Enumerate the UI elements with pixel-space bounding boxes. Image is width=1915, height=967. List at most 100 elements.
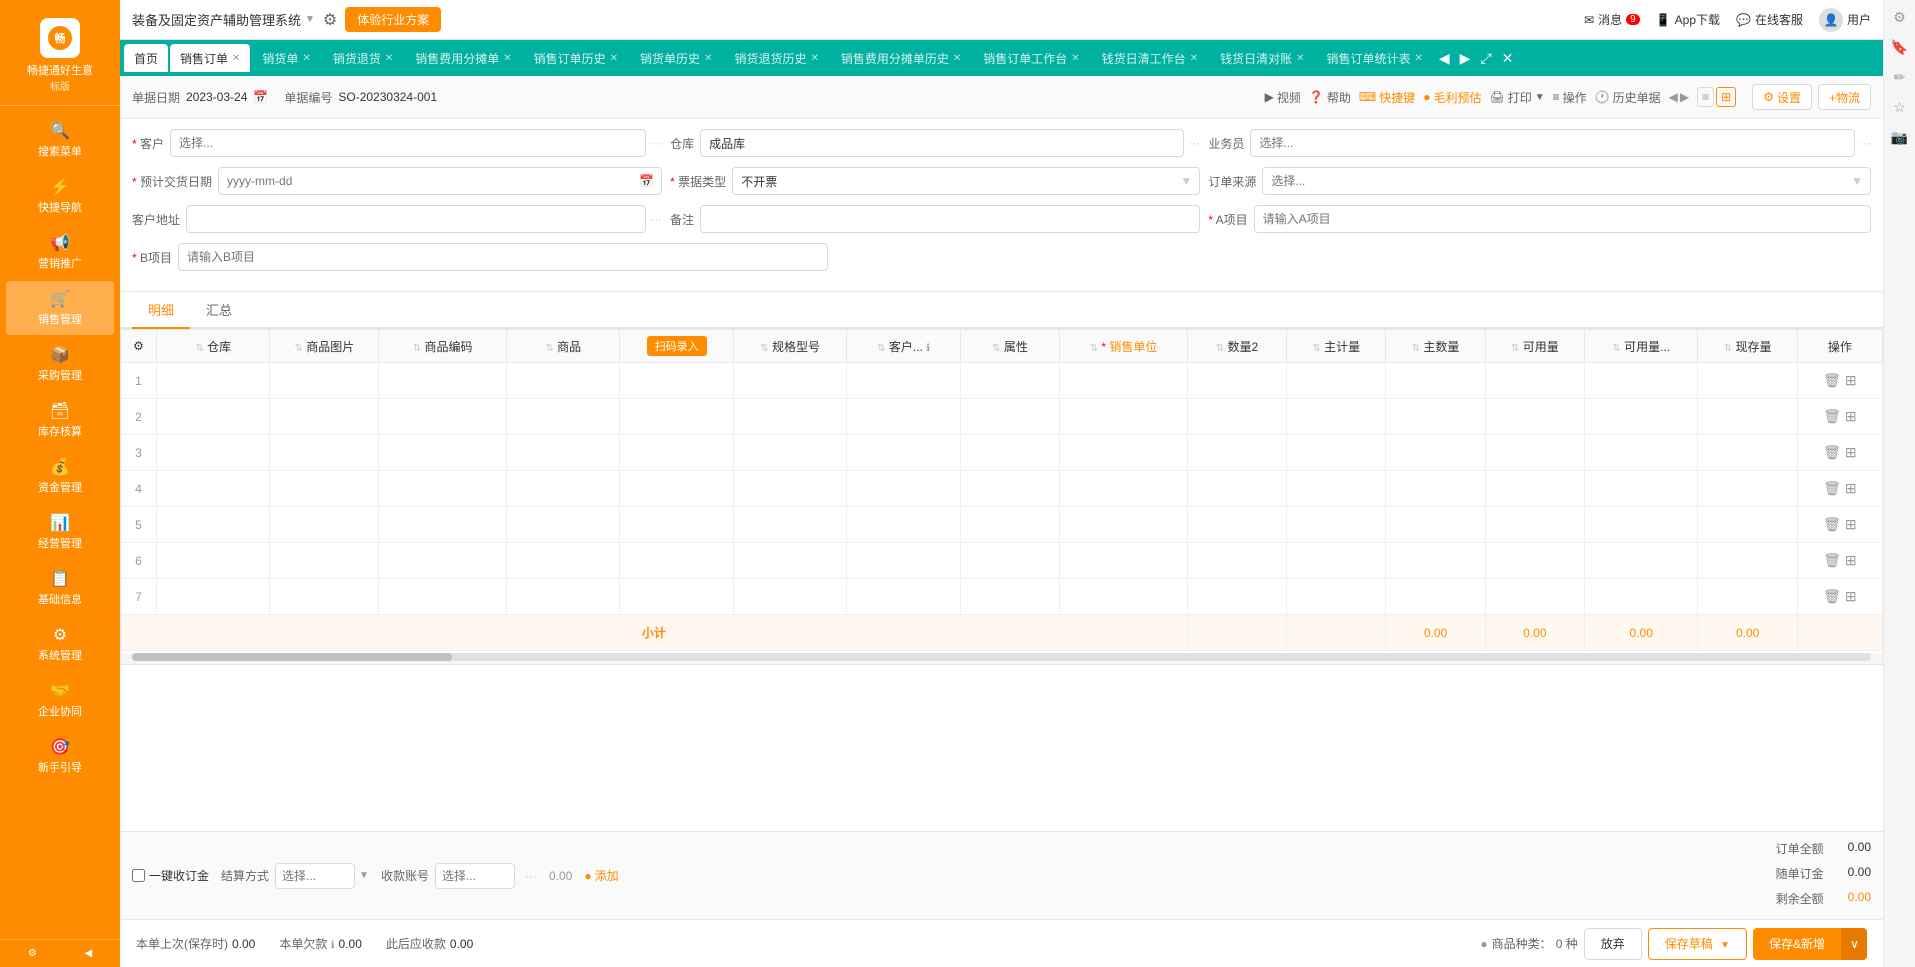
cell-warehouse-4[interactable] [157, 471, 270, 507]
cell-available-4[interactable] [1485, 471, 1584, 507]
cell-attribute-1[interactable] [960, 363, 1059, 399]
account-input[interactable] [435, 863, 515, 889]
tab-ar-daily-workbench[interactable]: 钱货日清工作台 ✕ [1092, 44, 1208, 72]
cell-stock-3[interactable] [1698, 435, 1797, 471]
one-click-checkout-label[interactable]: 一键收订金 [132, 867, 209, 884]
delete-btn[interactable]: 🗑 [1823, 588, 1841, 605]
message-btn[interactable]: ✉ 消息 9 [1584, 11, 1640, 28]
th-available[interactable]: ⇅ 可用量 [1485, 330, 1584, 363]
cell-product-4[interactable] [506, 471, 619, 507]
cell-product-code-4[interactable] [379, 471, 507, 507]
tab-next-btn[interactable]: ▶ [1456, 48, 1475, 69]
sidebar-item-sys-mgmt[interactable]: ⚙ 系统管理 [6, 617, 114, 671]
th-warehouse[interactable]: ⇅ 仓库 [157, 330, 270, 363]
cell-warehouse-5[interactable] [157, 507, 270, 543]
cell-product-2[interactable] [506, 399, 619, 435]
cell-qty2-3[interactable] [1187, 435, 1286, 471]
cell-available2-7[interactable] [1585, 579, 1698, 615]
th-qty2[interactable]: ⇅ 数量2 [1187, 330, 1286, 363]
tab-close-icon[interactable]: ✕ [953, 53, 961, 64]
tab-ar-reconcile[interactable]: 钱货日清对账 ✕ [1210, 44, 1314, 72]
settings-panel-btn[interactable]: ⚙ 设置 [1752, 84, 1812, 110]
cell-customer-attr-3[interactable] [847, 435, 960, 471]
discard-btn[interactable]: 放弃 [1584, 928, 1642, 960]
sidebar-collapse-btn[interactable]: ◀ [84, 948, 92, 959]
cell-product-img-5[interactable] [270, 507, 379, 543]
save-new-main-btn[interactable]: 保存&新增 [1753, 928, 1841, 960]
tab-prev-btn[interactable]: ◀ [1435, 48, 1454, 69]
view-btn[interactable]: ▶ 视频 [1265, 89, 1301, 106]
cell-product-img-6[interactable] [270, 543, 379, 579]
cell-main-qty-6[interactable] [1386, 543, 1485, 579]
shortcut-btn[interactable]: ⌨ 快捷键 [1359, 89, 1415, 106]
cell-unit-3[interactable] [1060, 435, 1188, 471]
sidebar-item-search[interactable]: 🔍 搜索菜单 [6, 113, 114, 167]
tab-sales-order-workbench[interactable]: 销售订单工作台 ✕ [973, 44, 1089, 72]
cell-scan-7[interactable] [620, 579, 733, 615]
account-more-icon[interactable]: ··· [525, 869, 537, 883]
th-customer-attr[interactable]: ⇅ 客户... ℹ [847, 330, 960, 363]
profit-btn[interactable]: ● 毛利预估 [1423, 89, 1481, 106]
copy-btn[interactable]: ⊞ [1845, 372, 1857, 389]
copy-btn[interactable]: ⊞ [1845, 480, 1857, 497]
tab-close-icon[interactable]: ✕ [1190, 53, 1198, 64]
save-new-arrow-btn[interactable]: ∨ [1841, 928, 1867, 960]
customer-address-input[interactable] [186, 205, 646, 233]
tab-sales-expense-history[interactable]: 销售费用分摊单历史 ✕ [831, 44, 971, 72]
cell-spec-3[interactable] [733, 435, 846, 471]
cell-customer-attr-1[interactable] [847, 363, 960, 399]
cell-spec-1[interactable] [733, 363, 846, 399]
cell-customer-attr-7[interactable] [847, 579, 960, 615]
tab-close-icon[interactable]: ✕ [1296, 53, 1304, 64]
cell-product-1[interactable] [506, 363, 619, 399]
delete-btn[interactable]: 🗑 [1823, 444, 1841, 461]
tab-close-icon[interactable]: ✕ [810, 53, 818, 64]
sidebar-item-purchase[interactable]: 📦 采购管理 [6, 337, 114, 391]
cell-stock-5[interactable] [1698, 507, 1797, 543]
cell-product-7[interactable] [506, 579, 619, 615]
save-draft-btn[interactable]: 保存草稿 ▼ [1648, 928, 1747, 960]
tab-close-all-btn[interactable]: ✕ [1498, 48, 1518, 69]
cell-unit-4[interactable] [1060, 471, 1188, 507]
note-input[interactable] [700, 205, 1200, 233]
ticket-type-input[interactable] [732, 167, 1200, 195]
cell-attribute-3[interactable] [960, 435, 1059, 471]
cell-available2-5[interactable] [1585, 507, 1698, 543]
copy-btn[interactable]: ⊞ [1845, 588, 1857, 605]
staff-more-icon[interactable]: ··· [1859, 136, 1871, 150]
cell-main-qty-7[interactable] [1386, 579, 1485, 615]
cell-product-img-7[interactable] [270, 579, 379, 615]
cell-warehouse-3[interactable] [157, 435, 270, 471]
customer-more-icon[interactable]: ··· [650, 136, 662, 150]
cell-customer-attr-2[interactable] [847, 399, 960, 435]
cell-spec-5[interactable] [733, 507, 846, 543]
cell-scan-4[interactable] [620, 471, 733, 507]
tab-close-icon[interactable]: ✕ [610, 53, 618, 64]
cell-product-img-3[interactable] [270, 435, 379, 471]
horizontal-scrollbar[interactable] [120, 653, 1883, 665]
cell-available-3[interactable] [1485, 435, 1584, 471]
sidebar-item-sales[interactable]: 🛒 销售管理 [6, 281, 114, 335]
tab-close-icon[interactable]: ✕ [503, 53, 511, 64]
tab-summary[interactable]: 汇总 [190, 292, 248, 329]
card-view-btn[interactable]: ⊞ [1716, 87, 1736, 107]
scrollbar-track[interactable] [132, 653, 1871, 661]
right-edit-btn[interactable]: ✏ [1887, 64, 1913, 90]
cell-available-6[interactable] [1485, 543, 1584, 579]
sidebar-item-base-info[interactable]: 📋 基础信息 [6, 561, 114, 615]
cell-spec-4[interactable] [733, 471, 846, 507]
cell-main-unit-5[interactable] [1287, 507, 1386, 543]
cell-available2-1[interactable] [1585, 363, 1698, 399]
cell-main-unit-2[interactable] [1287, 399, 1386, 435]
date-picker-icon[interactable]: 📅 [639, 174, 654, 188]
tab-sales-order-history[interactable]: 销售订单历史 ✕ [524, 44, 628, 72]
sidebar-item-enterprise[interactable]: 🤝 企业协同 [6, 673, 114, 727]
cell-product-code-3[interactable] [379, 435, 507, 471]
payment-method-input[interactable] [275, 863, 355, 889]
cell-available-1[interactable] [1485, 363, 1584, 399]
cell-unit-5[interactable] [1060, 507, 1188, 543]
cell-qty2-4[interactable] [1187, 471, 1286, 507]
cell-stock-6[interactable] [1698, 543, 1797, 579]
delete-btn[interactable]: 🗑 [1823, 516, 1841, 533]
cell-main-unit-1[interactable] [1287, 363, 1386, 399]
